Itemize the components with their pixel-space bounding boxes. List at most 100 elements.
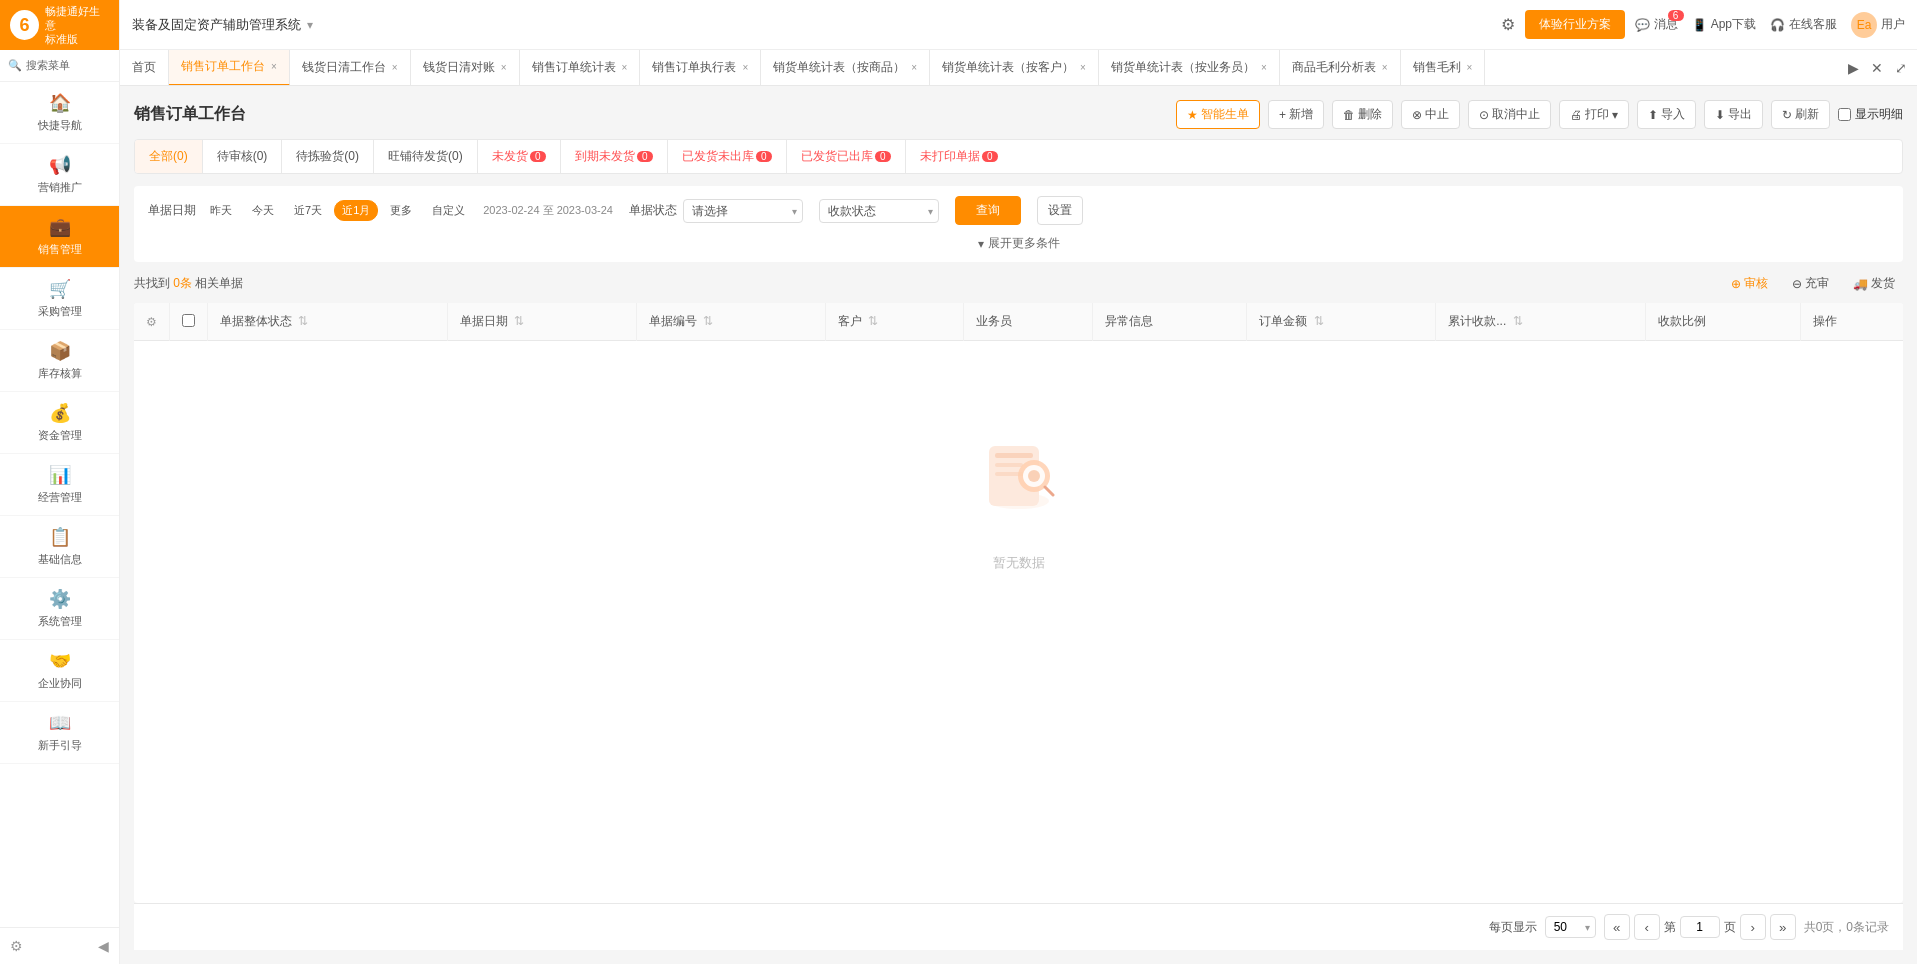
- show-detail-label[interactable]: 显示明细: [1838, 106, 1903, 123]
- export-button[interactable]: ⬇ 导出: [1704, 100, 1763, 129]
- add-button[interactable]: + 新增: [1268, 100, 1324, 129]
- date-chip-more[interactable]: 更多: [382, 200, 420, 221]
- filter-tab-not-printed[interactable]: 未打印单据0: [906, 140, 1012, 173]
- last-page-btn[interactable]: »: [1770, 914, 1796, 940]
- tab-sales-by-customer[interactable]: 销货单统计表（按客户） ×: [930, 50, 1099, 86]
- status-filter: 单据状态 请选择: [629, 199, 803, 223]
- tab-close-profit-analysis[interactable]: ×: [1382, 62, 1388, 73]
- date-chip-1month[interactable]: 近1月: [334, 200, 378, 221]
- filter-tab-not-shipped[interactable]: 未发货0: [478, 140, 561, 173]
- sidebar-item-guide[interactable]: 📖 新手引导: [0, 702, 119, 764]
- sidebar-item-inventory[interactable]: 📦 库存核算: [0, 330, 119, 392]
- tab-close-sales-workbench[interactable]: ×: [271, 61, 277, 72]
- filter-tab-all[interactable]: 全部(0): [135, 140, 203, 173]
- filter-tab-pending-check[interactable]: 待拣验货(0): [282, 140, 374, 173]
- sidebar-item-quick-nav[interactable]: 🏠 快捷导航: [0, 82, 119, 144]
- app-download-btn[interactable]: 📱 App下载: [1692, 16, 1756, 33]
- import-button[interactable]: ⬆ 导入: [1637, 100, 1696, 129]
- tab-close-all-btn[interactable]: ✕: [1867, 58, 1887, 78]
- status-select[interactable]: 请选择: [683, 199, 803, 223]
- tab-close-cash-daily[interactable]: ×: [392, 62, 398, 73]
- sidebar-item-purchase[interactable]: 🛒 采购管理: [0, 268, 119, 330]
- star-icon: ★: [1187, 108, 1198, 122]
- sidebar-item-system[interactable]: ⚙️ 系统管理: [0, 578, 119, 640]
- date-chip-yesterday[interactable]: 昨天: [202, 200, 240, 221]
- sort-order-amount-icon[interactable]: ⇅: [1314, 314, 1324, 328]
- tab-close-cash-reconcile[interactable]: ×: [501, 62, 507, 73]
- date-chip-custom[interactable]: 自定义: [424, 200, 473, 221]
- page-input[interactable]: [1680, 916, 1720, 938]
- tab-sales-stats[interactable]: 销售订单统计表 ×: [520, 50, 641, 86]
- filter-tab-overdue-ship[interactable]: 到期未发货0: [561, 140, 668, 173]
- tab-sales-profit[interactable]: 销售毛利 ×: [1401, 50, 1486, 86]
- user-menu-btn[interactable]: Ea 用户: [1851, 12, 1905, 38]
- th-checkbox[interactable]: [170, 303, 208, 341]
- print-button[interactable]: 🖨 打印 ▾: [1559, 100, 1629, 129]
- prev-page-btn[interactable]: ‹: [1634, 914, 1660, 940]
- sidebar-item-marketing[interactable]: 📢 营销推广: [0, 144, 119, 206]
- sort-doc-status-icon[interactable]: ⇅: [298, 314, 308, 328]
- sidebar-item-finance[interactable]: 💰 资金管理: [0, 392, 119, 454]
- page-header: 销售订单工作台 ★ 智能生单 + 新增 🗑 删除 ⊗ 中止: [134, 100, 1903, 129]
- refresh-button[interactable]: ↻ 刷新: [1771, 100, 1830, 129]
- tab-sales-workbench[interactable]: 销售订单工作台 ×: [169, 50, 290, 86]
- tab-sales-by-staff[interactable]: 销货单统计表（按业务员） ×: [1099, 50, 1280, 86]
- page-size-select[interactable]: 10 20 50 100: [1545, 916, 1596, 938]
- tab-cash-daily[interactable]: 钱货日清工作台 ×: [290, 50, 411, 86]
- settings-filter-button[interactable]: 设置: [1037, 196, 1083, 225]
- show-detail-checkbox[interactable]: [1838, 108, 1851, 121]
- filter-tab-pending-audit[interactable]: 待审核(0): [203, 140, 283, 173]
- ship-action-btn[interactable]: 🚚 发货: [1845, 272, 1903, 295]
- topbar-settings-icon[interactable]: ⚙: [1501, 15, 1515, 34]
- tab-close-sales-by-customer[interactable]: ×: [1080, 62, 1086, 73]
- sidebar-collapse-btn[interactable]: ◀: [98, 938, 109, 954]
- delete-button[interactable]: 🗑 删除: [1332, 100, 1393, 129]
- audit-action-btn[interactable]: ⊕ 审核: [1723, 272, 1776, 295]
- revoke-action-btn[interactable]: ⊖ 充审: [1784, 272, 1837, 295]
- sidebar-settings-btn[interactable]: ⚙: [10, 938, 23, 954]
- filter-tabs: 全部(0) 待审核(0) 待拣验货(0) 旺铺待发货(0) 未发货0 到期未发货…: [134, 139, 1903, 174]
- industry-solution-button[interactable]: 体验行业方案: [1525, 10, 1625, 39]
- expand-more-btn[interactable]: ▾ 展开更多条件: [978, 235, 1060, 252]
- sidebar-search[interactable]: 🔍 搜索菜单: [0, 50, 119, 82]
- tab-close-sales-by-product[interactable]: ×: [911, 62, 917, 73]
- sort-doc-date-icon[interactable]: ⇅: [514, 314, 524, 328]
- first-page-btn[interactable]: «: [1604, 914, 1630, 940]
- filter-tab-shipped-out[interactable]: 已发货已出库0: [787, 140, 906, 173]
- sidebar-item-operations[interactable]: 📊 经营管理: [0, 454, 119, 516]
- select-all-checkbox[interactable]: [182, 314, 195, 327]
- tab-sales-exec[interactable]: 销售订单执行表 ×: [640, 50, 761, 86]
- sidebar-item-cooperation[interactable]: 🤝 企业协同: [0, 640, 119, 702]
- tab-home[interactable]: 首页: [120, 50, 169, 86]
- query-button[interactable]: 查询: [955, 196, 1021, 225]
- th-settings[interactable]: ⚙: [134, 303, 170, 341]
- sidebar-item-basic[interactable]: 📋 基础信息: [0, 516, 119, 578]
- next-page-btn[interactable]: ›: [1740, 914, 1766, 940]
- online-service-btn[interactable]: 🎧 在线客服: [1770, 16, 1837, 33]
- date-chip-7days[interactable]: 近7天: [286, 200, 330, 221]
- tab-close-sales-profit[interactable]: ×: [1467, 62, 1473, 73]
- page-actions: ★ 智能生单 + 新增 🗑 删除 ⊗ 中止 ⊙ 取消中止: [1176, 100, 1903, 129]
- filter-tab-wangpu-ship[interactable]: 旺铺待发货(0): [374, 140, 478, 173]
- date-chip-today[interactable]: 今天: [244, 200, 282, 221]
- tab-close-sales-exec[interactable]: ×: [742, 62, 748, 73]
- tab-close-sales-by-staff[interactable]: ×: [1261, 62, 1267, 73]
- tab-close-sales-stats[interactable]: ×: [622, 62, 628, 73]
- page-title: 销售订单工作台: [134, 104, 246, 125]
- tab-scroll-right-btn[interactable]: ▶: [1844, 58, 1863, 78]
- payment-status-select[interactable]: 收款状态: [819, 199, 939, 223]
- sort-collected-icon[interactable]: ⇅: [1513, 314, 1523, 328]
- message-btn[interactable]: 💬 消息 6: [1635, 16, 1678, 33]
- filter-row: 单据日期 昨天 今天 近7天 近1月 更多 自定义 2023-02-24 至 2…: [134, 186, 1903, 262]
- tab-sales-by-product[interactable]: 销货单统计表（按商品） ×: [761, 50, 930, 86]
- sort-doc-number-icon[interactable]: ⇅: [703, 314, 713, 328]
- tab-maximize-btn[interactable]: ⤢: [1891, 58, 1911, 78]
- sort-customer-icon[interactable]: ⇅: [868, 314, 878, 328]
- filter-tab-shipped-not-out[interactable]: 已发货未出库0: [668, 140, 787, 173]
- tab-profit-analysis[interactable]: 商品毛利分析表 ×: [1280, 50, 1401, 86]
- tab-cash-reconcile[interactable]: 钱货日清对账 ×: [411, 50, 520, 86]
- stop-button[interactable]: ⊗ 中止: [1401, 100, 1460, 129]
- sidebar-item-sales[interactable]: 💼 销售管理: [0, 206, 119, 268]
- cancel-stop-button[interactable]: ⊙ 取消中止: [1468, 100, 1551, 129]
- smart-create-button[interactable]: ★ 智能生单: [1176, 100, 1260, 129]
